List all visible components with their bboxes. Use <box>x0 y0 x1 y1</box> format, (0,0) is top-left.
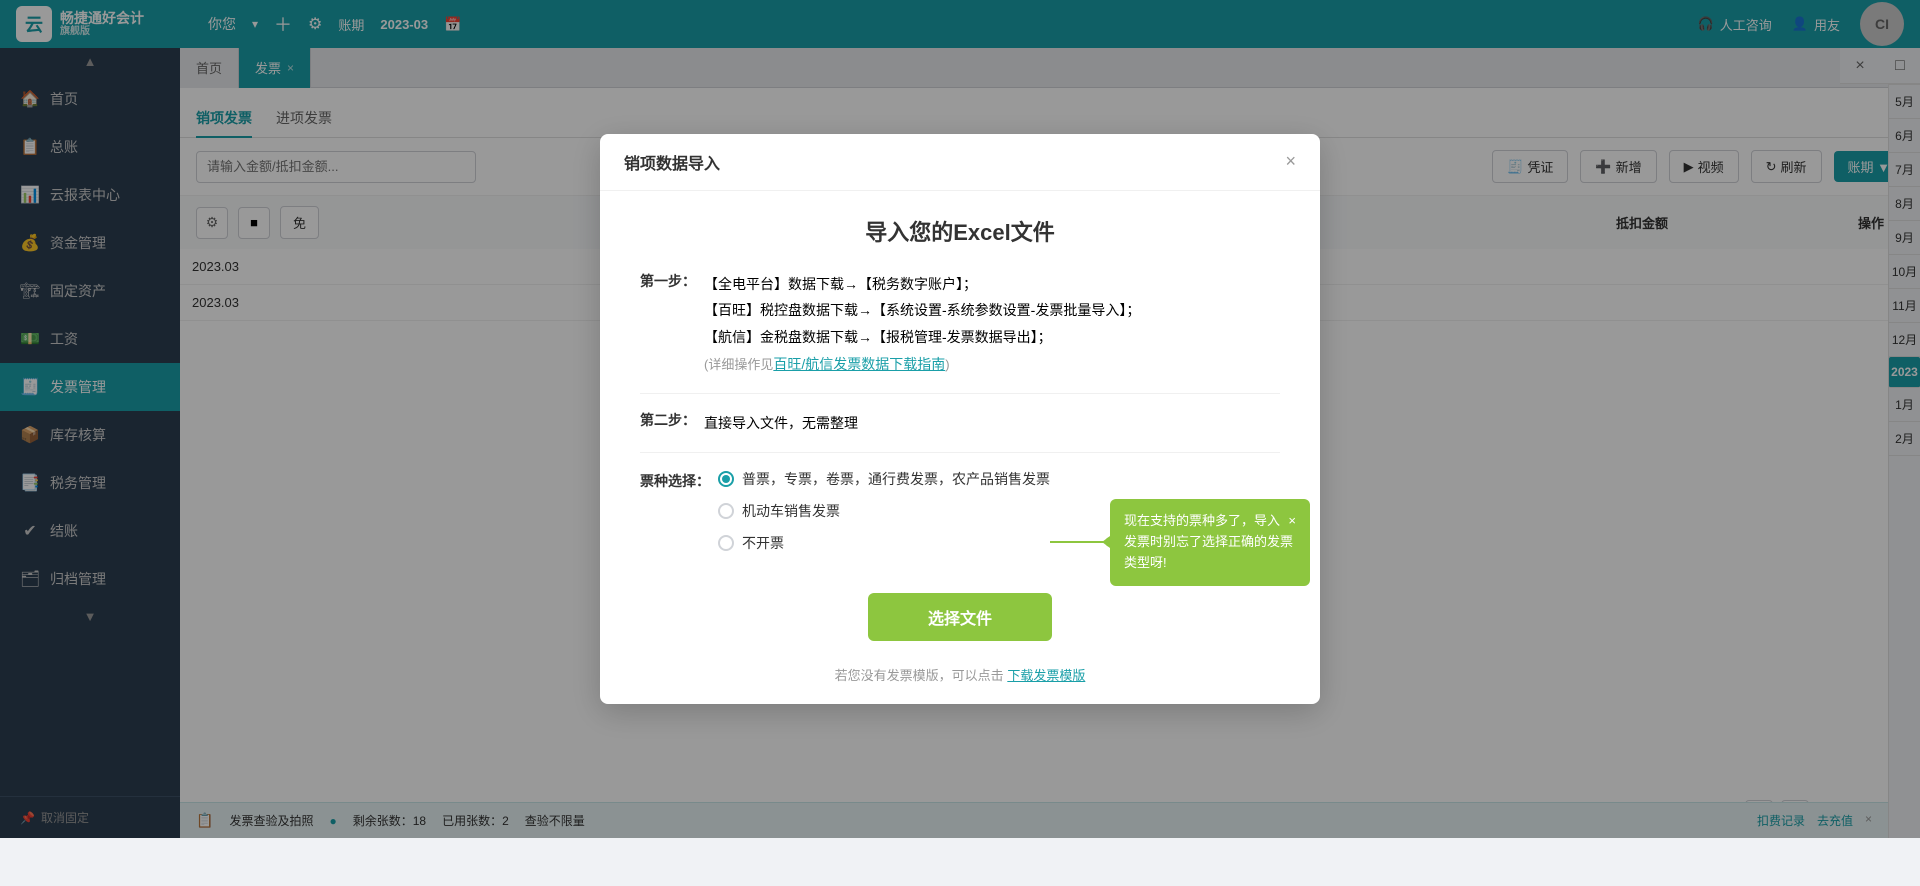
modal-big-title: 导入您的Excel文件 <box>640 215 1280 247</box>
step2-content: 直接导入文件，无需整理 <box>704 413 858 433</box>
radio-label-1: 机动车销售发票 <box>742 501 840 521</box>
step1-line3: 【航信】金税盘数据下载→【报税管理-发票数据导出】； <box>704 324 1140 351</box>
step1-line2: 【百旺】税控盘数据下载→【系统设置-系统参数设置-发票批量导入】； <box>704 297 1140 324</box>
radio-label-0: 普票，专票，卷票，通行费发票，农产品销售发票 <box>742 469 1050 489</box>
modal-body: 导入您的Excel文件 第一步： 【全电平台】数据下载→【税务数字账户】； 【百… <box>600 191 1320 577</box>
radio-item-2[interactable]: 不开票 <box>718 533 1050 553</box>
radio-dot-0 <box>722 475 730 483</box>
download-template-link[interactable]: 下载发票模版 <box>1007 668 1085 683</box>
bottom-note-text: 若您没有发票模版，可以点击 <box>835 668 1004 683</box>
step1-label: 第一步： <box>640 271 696 291</box>
step1-note-post: ) <box>945 357 949 372</box>
radio-circle-0 <box>718 471 734 487</box>
tooltip-text: 现在支持的票种多了，导入发票时别忘了选择正确的发票类型呀! <box>1124 513 1293 570</box>
radio-item-1[interactable]: 机动车销售发票 <box>718 501 1050 521</box>
modal-close-btn[interactable]: × <box>1285 151 1296 172</box>
radio-circle-2 <box>718 535 734 551</box>
step1-guide-link[interactable]: 百旺/航信发票数据下载指南 <box>773 356 945 372</box>
step1-line1: 【全电平台】数据下载→【税务数字账户】； <box>704 271 1140 298</box>
step1-link: (详细操作见百旺/航信发票数据下载指南) <box>704 351 1140 378</box>
modal-footer: 选择文件 <box>600 577 1320 665</box>
modal-overlay: 销项数据导入 × 导入您的Excel文件 第一步： 【全电平台】数据下载→【税务… <box>0 0 1920 838</box>
radio-item-0[interactable]: 普票，专票，卷票，通行费发票，农产品销售发票 <box>718 469 1050 489</box>
radio-label: 票种选择： <box>640 469 710 491</box>
modal-title: 销项数据导入 <box>624 150 720 174</box>
step2-row: 第二步： 直接导入文件，无需整理 <box>640 410 1280 436</box>
divider2 <box>640 452 1280 453</box>
step1-note-pre: (详细操作见 <box>704 357 773 372</box>
modal-header: 销项数据导入 × <box>600 134 1320 191</box>
divider1 <box>640 393 1280 394</box>
select-file-btn[interactable]: 选择文件 <box>868 593 1052 641</box>
step2-label: 第二步： <box>640 410 696 430</box>
radio-group: 普票，专票，卷票，通行费发票，农产品销售发票 机动车销售发票 不开票 <box>718 469 1050 553</box>
radio-label-2: 不开票 <box>742 533 784 553</box>
radio-circle-1 <box>718 503 734 519</box>
step1-row: 第一步： 【全电平台】数据下载→【税务数字账户】； 【百旺】税控盘数据下载→【系… <box>640 271 1280 377</box>
modal-bottom-note: 若您没有发票模版，可以点击 下载发票模版 <box>600 665 1320 704</box>
modal: 销项数据导入 × 导入您的Excel文件 第一步： 【全电平台】数据下载→【税务… <box>600 134 1320 704</box>
tooltip-close-btn[interactable]: × <box>1288 511 1296 532</box>
